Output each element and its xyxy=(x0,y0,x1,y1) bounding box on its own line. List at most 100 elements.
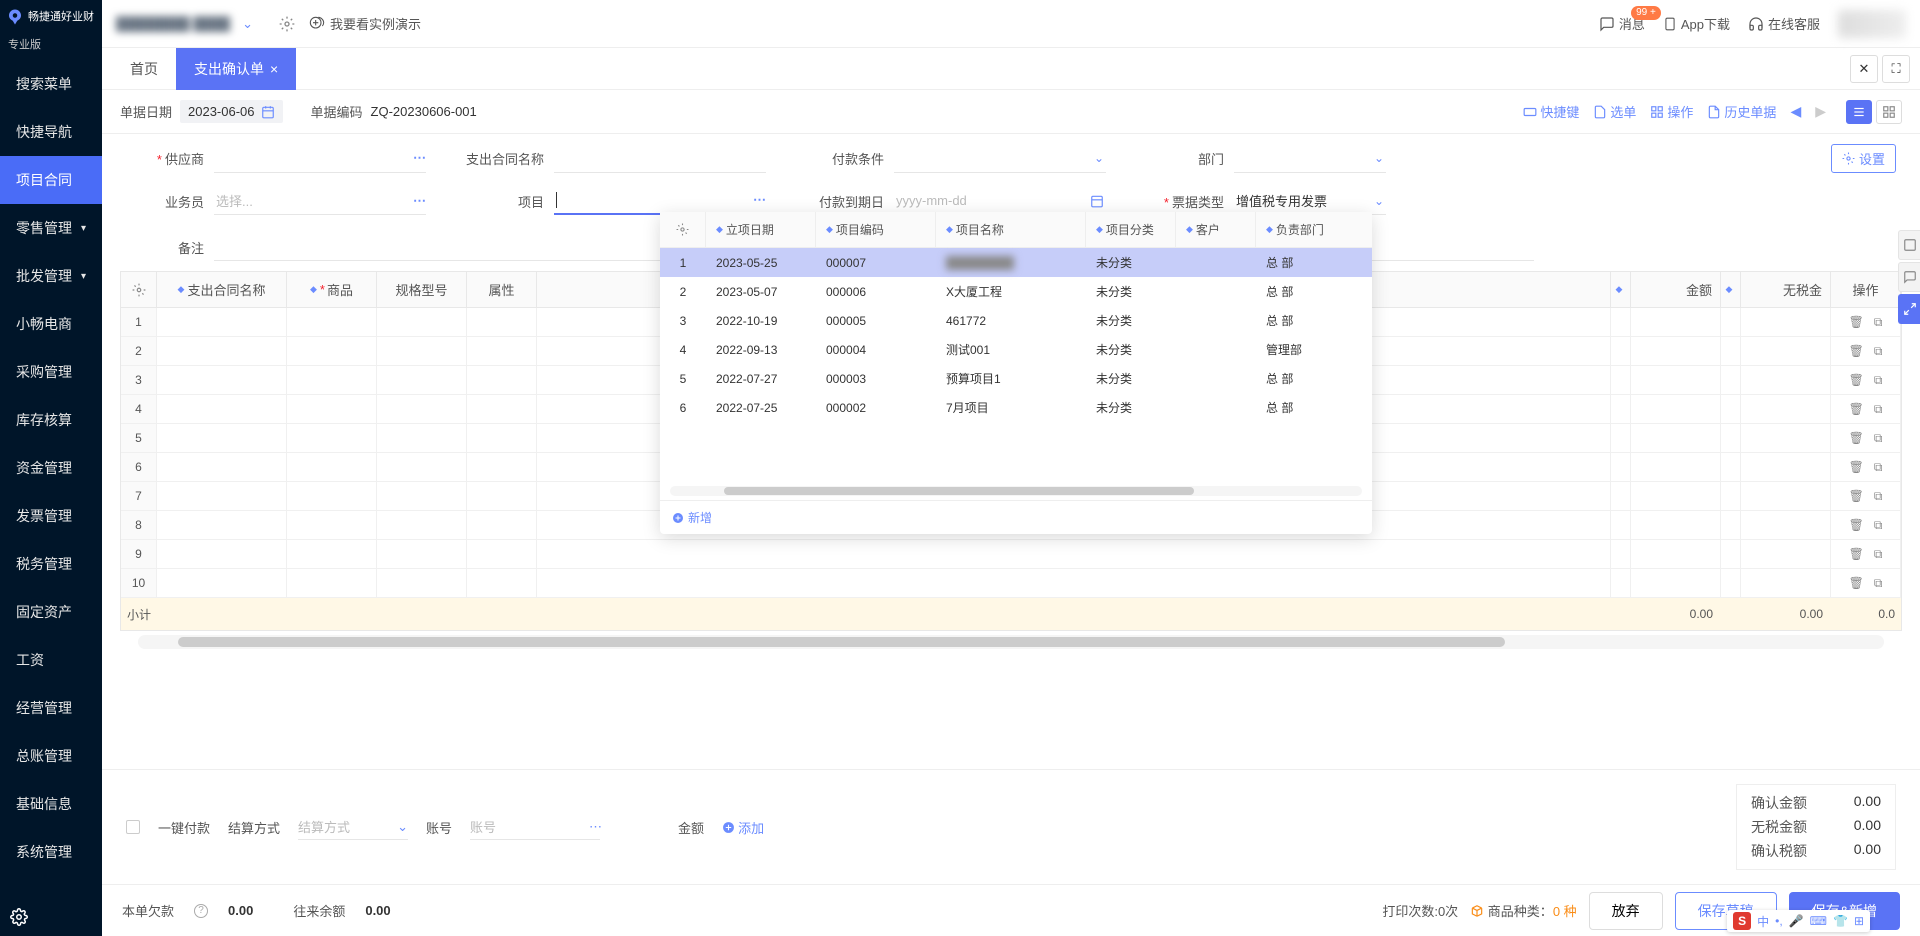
col-product[interactable]: ◆*商品 xyxy=(287,272,377,307)
expand-tabs-button[interactable]: ⛶ xyxy=(1882,55,1910,83)
copy-row-icon[interactable]: ⧉ xyxy=(1874,402,1883,417)
copy-row-icon[interactable]: ⧉ xyxy=(1874,547,1883,562)
sidebar-item-8[interactable]: 资金管理 xyxy=(0,444,102,492)
delete-row-icon[interactable]: 🗑 xyxy=(1849,547,1864,561)
sidebar-settings-icon[interactable] xyxy=(0,898,102,936)
view-list-button[interactable] xyxy=(1846,100,1872,124)
onekey-pay-checkbox[interactable] xyxy=(126,820,140,834)
more-icon[interactable]: ⋯ xyxy=(753,192,764,208)
skin-icon[interactable]: 👕 xyxy=(1833,914,1848,928)
col-sort[interactable]: ◆ xyxy=(1611,272,1631,307)
delete-row-icon[interactable]: 🗑 xyxy=(1849,576,1864,590)
col-spec[interactable]: 规格型号 xyxy=(377,272,467,307)
support-button[interactable]: 在线客服 xyxy=(1748,14,1820,33)
dp-col-name[interactable]: ◆项目名称 xyxy=(936,212,1086,247)
sidebar-item-7[interactable]: 库存核算 xyxy=(0,396,102,444)
bill-date-picker[interactable]: 2023-06-06 xyxy=(180,100,283,123)
copy-row-icon[interactable]: ⧉ xyxy=(1874,489,1883,504)
dropdown-add-button[interactable]: 新增 xyxy=(672,509,1360,526)
grid-row[interactable]: 9 🗑⧉ xyxy=(121,540,1901,569)
delete-row-icon[interactable]: 🗑 xyxy=(1849,344,1864,358)
pay-terms-select[interactable]: ⌄ xyxy=(894,145,1106,173)
project-option[interactable]: 2 2023-05-07 000006 X大厦工程 未分类 总 部 xyxy=(660,277,1372,306)
prev-bill-button[interactable]: ◀ xyxy=(1790,103,1801,120)
grid-settings-icon[interactable] xyxy=(121,272,157,307)
message-button[interactable]: 消息 99 + xyxy=(1599,14,1645,33)
delete-row-icon[interactable]: 🗑 xyxy=(1849,315,1864,329)
add-payment-button[interactable]: 添加 xyxy=(722,818,764,837)
tab-expense-confirm[interactable]: 支出确认单 × xyxy=(176,48,296,90)
dp-col-code[interactable]: ◆项目编码 xyxy=(816,212,936,247)
side-tab-3[interactable] xyxy=(1898,294,1920,324)
col-notax[interactable]: 无税金 xyxy=(1741,272,1831,307)
sidebar-item-10[interactable]: 税务管理 xyxy=(0,540,102,588)
copy-row-icon[interactable]: ⧉ xyxy=(1874,460,1883,475)
project-option[interactable]: 1 2023-05-25 000007 ████████ 未分类 总 部 xyxy=(660,248,1372,277)
app-download-button[interactable]: App下载 xyxy=(1663,14,1730,33)
horizontal-scrollbar[interactable] xyxy=(138,635,1884,649)
side-tab-2[interactable] xyxy=(1898,262,1920,292)
sidebar-item-16[interactable]: 系统管理 xyxy=(0,828,102,876)
col-sort[interactable]: ◆ xyxy=(1721,272,1741,307)
delete-row-icon[interactable]: 🗑 xyxy=(1849,431,1864,445)
settlement-method-select[interactable]: 结算方式⌄ xyxy=(298,814,408,840)
close-all-tabs-button[interactable]: ✕ xyxy=(1850,55,1878,83)
sidebar-item-14[interactable]: 总账管理 xyxy=(0,732,102,780)
shortcut-button[interactable]: 快捷键 xyxy=(1523,102,1579,121)
delete-row-icon[interactable]: 🗑 xyxy=(1849,518,1864,532)
settings-button[interactable]: 设置 xyxy=(1831,144,1896,173)
delete-row-icon[interactable]: 🗑 xyxy=(1849,402,1864,416)
sidebar-item-0[interactable]: 搜索菜单 xyxy=(0,60,102,108)
due-date-input[interactable]: yyyy-mm-dd xyxy=(894,187,1106,215)
project-option[interactable]: 4 2022-09-13 000004 测试001 未分类 管理部 xyxy=(660,335,1372,364)
history-button[interactable]: 历史单据 xyxy=(1707,102,1776,121)
col-amount[interactable]: 金额 xyxy=(1631,272,1721,307)
copy-row-icon[interactable]: ⧉ xyxy=(1874,344,1883,359)
copy-row-icon[interactable]: ⧉ xyxy=(1874,373,1883,388)
dp-col-date[interactable]: ◆立项日期 xyxy=(706,212,816,247)
more-icon[interactable]: ⋯ xyxy=(413,150,424,166)
chevron-down-icon[interactable]: ⌄ xyxy=(242,16,253,32)
delete-row-icon[interactable]: 🗑 xyxy=(1849,489,1864,503)
avatar[interactable] xyxy=(1838,10,1906,38)
sidebar-item-4[interactable]: 批发管理▾ xyxy=(0,252,102,300)
col-attr[interactable]: 属性 xyxy=(467,272,537,307)
col-contract[interactable]: ◆支出合同名称 xyxy=(157,272,287,307)
org-selector[interactable]: ████████ ████ xyxy=(116,16,230,31)
delete-row-icon[interactable]: 🗑 xyxy=(1849,460,1864,474)
dropdown-scrollbar[interactable] xyxy=(670,486,1362,496)
close-icon[interactable]: × xyxy=(270,61,278,77)
operate-button[interactable]: 操作 xyxy=(1650,102,1693,121)
tab-home[interactable]: 首页 xyxy=(112,48,176,90)
next-bill-button[interactable]: ▶ xyxy=(1815,103,1826,120)
sidebar-item-6[interactable]: 采购管理 xyxy=(0,348,102,396)
dropdown-settings-icon[interactable] xyxy=(660,212,706,247)
supplier-input[interactable]: ⋯ xyxy=(214,145,426,173)
select-bill-button[interactable]: 选单 xyxy=(1593,102,1636,121)
project-input[interactable]: ⋯ xyxy=(554,187,766,215)
copy-row-icon[interactable]: ⧉ xyxy=(1874,576,1883,591)
sidebar-item-15[interactable]: 基础信息 xyxy=(0,780,102,828)
keyboard-icon[interactable]: ⌨ xyxy=(1810,914,1827,928)
dp-col-dept[interactable]: ◆负责部门 xyxy=(1256,212,1372,247)
more-icon[interactable]: ⋯ xyxy=(413,193,424,209)
sidebar-item-5[interactable]: 小畅电商 xyxy=(0,300,102,348)
dp-col-category[interactable]: ◆项目分类 xyxy=(1086,212,1176,247)
contract-name-input[interactable] xyxy=(554,145,766,173)
sidebar-item-11[interactable]: 固定资产 xyxy=(0,588,102,636)
toolbox-icon[interactable]: ⊞ xyxy=(1854,914,1864,928)
sidebar-item-3[interactable]: 零售管理▾ xyxy=(0,204,102,252)
sidebar-item-13[interactable]: 经营管理 xyxy=(0,684,102,732)
sidebar-item-1[interactable]: 快捷导航 xyxy=(0,108,102,156)
account-select[interactable]: 账号⋯ xyxy=(470,814,600,840)
demo-link[interactable]: 我要看实例演示 xyxy=(309,14,421,33)
discard-button[interactable]: 放弃 xyxy=(1589,892,1663,930)
invoice-type-select[interactable]: 增值税专用发票⌄ xyxy=(1234,187,1386,215)
info-icon[interactable]: ? xyxy=(194,904,208,918)
project-option[interactable]: 5 2022-07-27 000003 预算项目1 未分类 总 部 xyxy=(660,364,1372,393)
sidebar-item-2[interactable]: 项目合同 xyxy=(0,156,102,204)
delete-row-icon[interactable]: 🗑 xyxy=(1849,373,1864,387)
project-option[interactable]: 3 2022-10-19 000005 461772 未分类 总 部 xyxy=(660,306,1372,335)
copy-row-icon[interactable]: ⧉ xyxy=(1874,518,1883,533)
salesman-input[interactable]: 选择...⋯ xyxy=(214,187,426,215)
